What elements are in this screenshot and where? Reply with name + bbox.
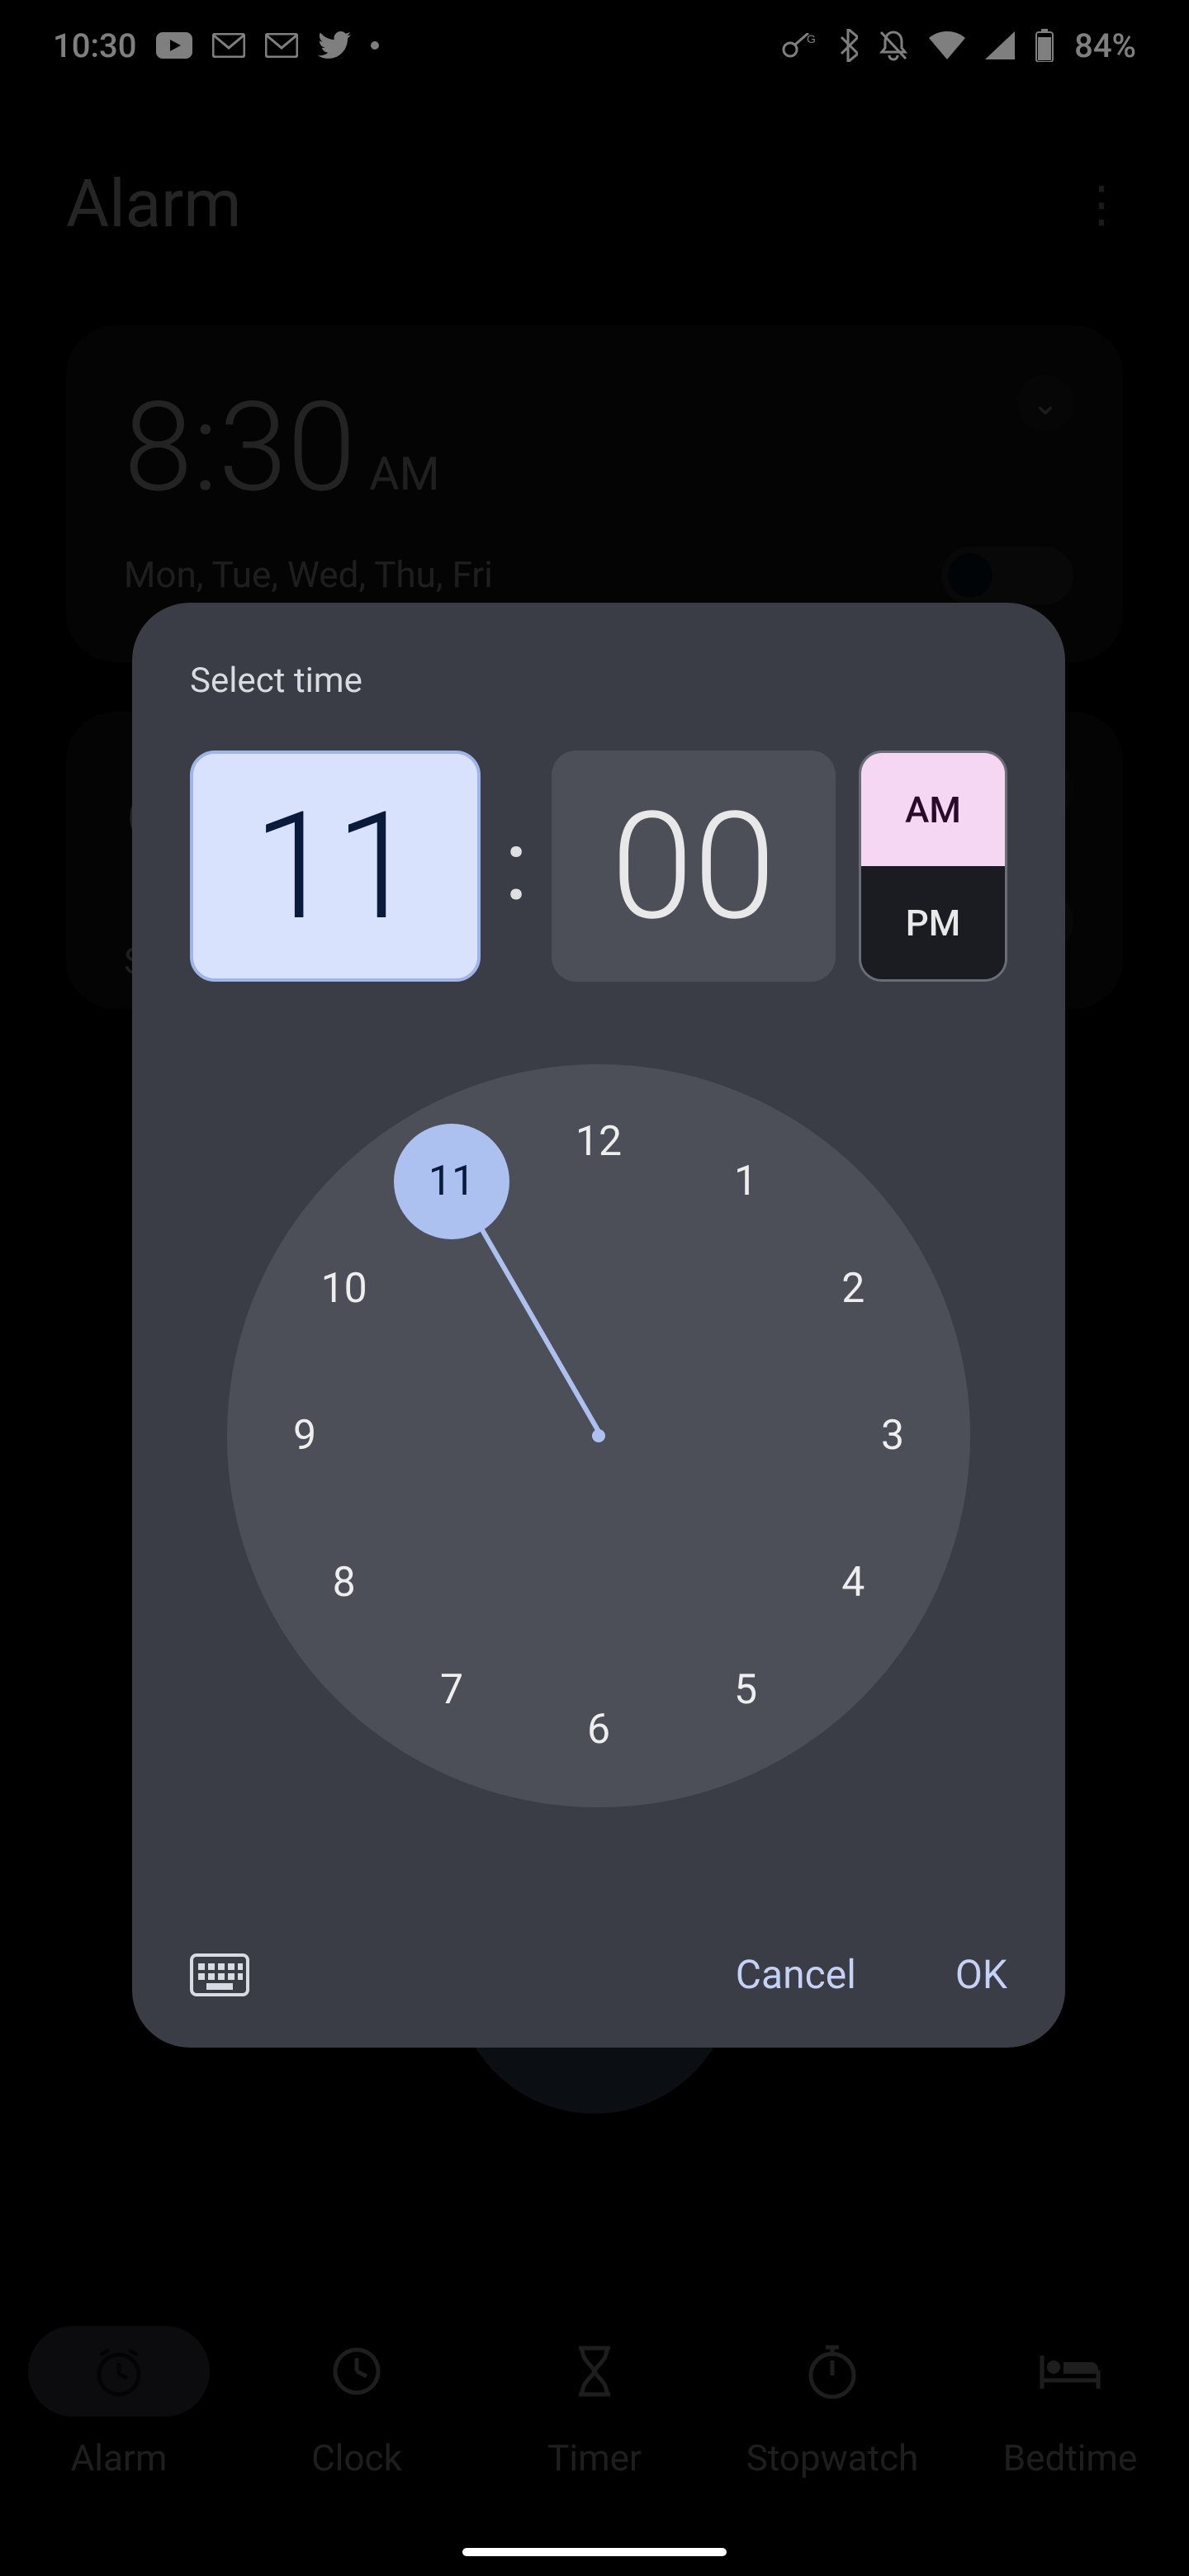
clock-hour-2[interactable]: 2	[812, 1248, 894, 1330]
clock-hour-3[interactable]: 3	[851, 1395, 934, 1477]
ampm-toggle: AM PM	[859, 751, 1007, 982]
minute-field[interactable]: 00	[552, 751, 836, 982]
keyboard-icon[interactable]	[190, 1953, 249, 1996]
clock-hour-11[interactable]: 11	[394, 1124, 509, 1239]
am-button[interactable]: AM	[861, 753, 1005, 866]
clock-hour-6[interactable]: 6	[557, 1688, 640, 1771]
home-indicator[interactable]	[462, 2548, 727, 2556]
clock-hour-12[interactable]: 12	[557, 1101, 640, 1183]
dialog-title: Select time	[190, 661, 1007, 701]
pm-button[interactable]: PM	[861, 866, 1005, 979]
clock-hour-4[interactable]: 4	[812, 1541, 894, 1624]
clock-hour-1[interactable]: 1	[704, 1140, 787, 1223]
clock-hour-7[interactable]: 7	[410, 1649, 493, 1731]
clock-hour-5[interactable]: 5	[704, 1649, 787, 1731]
time-colon: :	[504, 817, 528, 916]
clock-hour-10[interactable]: 10	[303, 1248, 386, 1330]
clock-hour-9[interactable]: 9	[263, 1395, 346, 1477]
clock-face-wrap: 12 12 3 45678 9 1011	[190, 1064, 1007, 1807]
clock-face[interactable]: 12 12 3 45678 9 1011	[227, 1064, 970, 1807]
time-picker-dialog: Select time 11 : 00 AM PM 12123456789101…	[132, 603, 1065, 2048]
time-display-row: 11 : 00 AM PM	[190, 751, 1007, 982]
clock-center-dot	[592, 1429, 605, 1442]
ok-button[interactable]: OK	[955, 1951, 1007, 1998]
cancel-button[interactable]: Cancel	[736, 1951, 856, 1998]
hour-field[interactable]: 11	[190, 751, 481, 982]
clock-hour-8[interactable]: 8	[303, 1541, 386, 1624]
dialog-actions: Cancel OK	[190, 1951, 1007, 1998]
